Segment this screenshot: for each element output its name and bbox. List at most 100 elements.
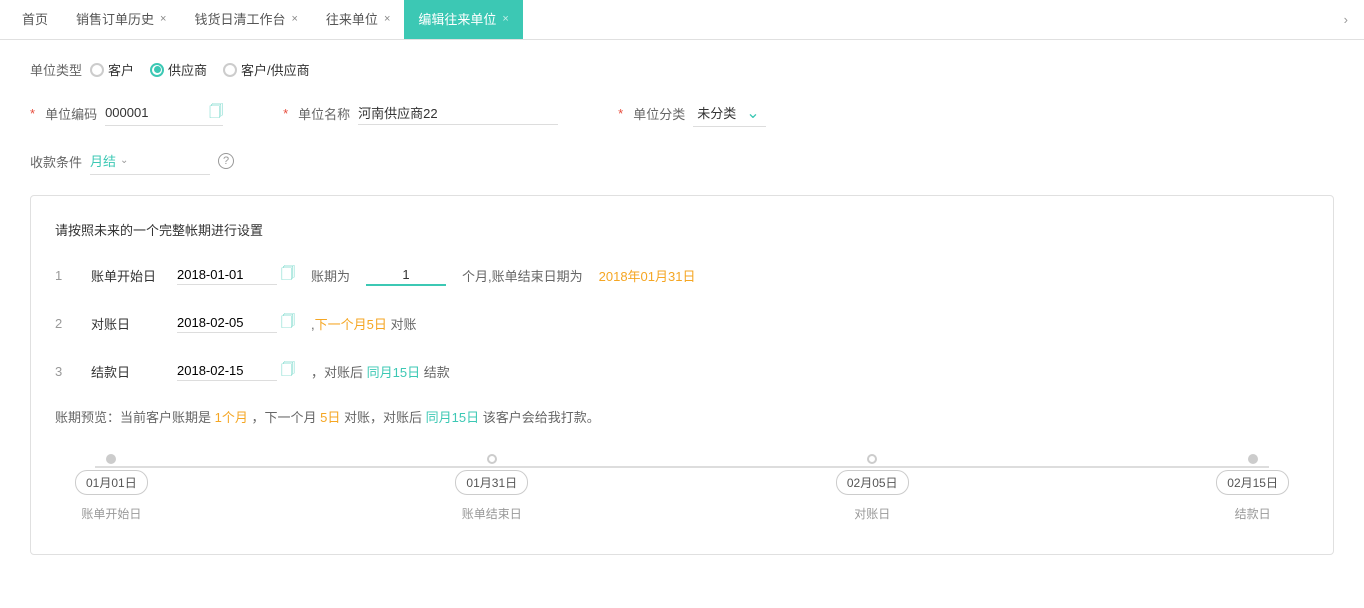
unit-type-field: 单位类型 客户 供应商 客户/供应商 [30, 60, 310, 79]
setting-box: 请按照未来的一个完整帐期进行设置 1 账单开始日 🗍 账期为 个月,账单结束日期… [30, 195, 1334, 555]
tab-sales-order-close[interactable]: × [160, 13, 166, 25]
row-2-label: 对账日 [91, 314, 161, 333]
unit-category-star: * [618, 106, 623, 121]
payment-row: 收款条件 月结 ⌄ ? [30, 147, 1334, 175]
timeline-dot-1 [487, 454, 497, 464]
timeline-node-1: 01月31日 账单结束日 [455, 454, 528, 522]
row-1-date-input[interactable] [177, 265, 277, 285]
tab-more-button[interactable]: › [1336, 0, 1356, 39]
unit-category-label: 单位分类 [633, 104, 685, 123]
unit-info-row: * 单位编码 🗍 * 单位名称 * 单位分类 未分类 ⌄ [30, 99, 1334, 127]
timeline-label-1: 账单结束日 [462, 505, 522, 522]
setting-title: 请按照未来的一个完整帐期进行设置 [55, 220, 1309, 239]
radio-both[interactable]: 客户/供应商 [223, 60, 310, 79]
tab-cash-flow[interactable]: 钱货日清工作台 × [180, 0, 311, 39]
radio-customer-circle [90, 63, 104, 77]
preview-highlight2: 5日 [320, 410, 340, 425]
row-3-desc: ，对账后 同月15日 结款 [311, 362, 450, 381]
timeline-dot-3 [1248, 454, 1258, 464]
preview-label-mid2: 对账，对账后 [344, 410, 422, 425]
row-3-calendar-icon[interactable]: 🗍 [281, 359, 295, 383]
radio-supplier[interactable]: 供应商 [150, 60, 207, 79]
tab-cash-flow-label: 钱货日清工作台 [194, 9, 285, 28]
preview-highlight1: 1个月 [215, 410, 248, 425]
row-1-label: 账单开始日 [91, 266, 161, 285]
tab-counterpart-close[interactable]: × [384, 13, 390, 25]
payment-field: 收款条件 月结 ⌄ ? [30, 147, 234, 175]
timeline-node-2: 02月05日 对账日 [836, 454, 909, 522]
tab-home[interactable]: 首页 [8, 0, 62, 39]
row-2-date-input[interactable] [177, 313, 277, 333]
radio-both-circle [223, 63, 237, 77]
row-2-highlight: 下一个月5日 [315, 317, 387, 332]
unit-code-input-wrap: 🗍 [105, 101, 223, 126]
row-1-period-post: 个月,账单结束日期为 [462, 266, 583, 285]
preview-label-mid1: ，下一个月 [252, 410, 317, 425]
row-1-period-input[interactable] [366, 265, 446, 286]
preview-highlight3: 同月15日 [426, 410, 479, 425]
row-2-number: 2 [55, 316, 75, 331]
row-2-date-wrap: 🗍 [177, 311, 295, 335]
tab-home-label: 首页 [22, 9, 48, 28]
row-3-number: 3 [55, 364, 75, 379]
unit-name-star: * [283, 106, 288, 121]
timeline-badge-0: 01月01日 [75, 470, 148, 495]
tab-counterpart-label: 往来单位 [326, 9, 378, 28]
preview-text: 账期预览：当前客户账期是 1个月 ，下一个月 5日 对账，对账后 同月15日 该… [55, 407, 1309, 426]
radio-customer[interactable]: 客户 [90, 60, 134, 79]
timeline-badge-3: 02月15日 [1216, 470, 1289, 495]
row-2-desc: ,下一个月5日 对账 [311, 314, 416, 333]
payment-value: 月结 [90, 151, 116, 170]
radio-supplier-circle [150, 63, 164, 77]
row-3-date-wrap: 🗍 [177, 359, 295, 383]
timeline-nodes: 01月01日 账单开始日 01月31日 账单结束日 02月05日 对账日 02月… [75, 454, 1289, 522]
unit-category-select[interactable]: 未分类 ⌄ [693, 99, 759, 127]
payment-arrow: ⌄ [120, 155, 128, 166]
setting-row-1: 1 账单开始日 🗍 账期为 个月,账单结束日期为 2018年01月31日 [55, 263, 1309, 287]
tab-sales-order-label: 销售订单历史 [76, 9, 154, 28]
unit-name-label: 单位名称 [298, 104, 350, 123]
tab-bar: 首页 销售订单历史 × 钱货日清工作台 × 往来单位 × 编辑往来单位 × › [0, 0, 1364, 40]
timeline-label-0: 账单开始日 [81, 505, 141, 522]
tab-edit-counterpart-label: 编辑往来单位 [418, 9, 496, 28]
unit-code-field: * 单位编码 🗍 [30, 101, 223, 126]
row-3-date-input[interactable] [177, 361, 277, 381]
main-content: 单位类型 客户 供应商 客户/供应商 * 单位编码 [0, 40, 1364, 608]
row-1-period-pre: 账期为 [311, 266, 350, 285]
row-1-date-wrap: 🗍 [177, 263, 295, 287]
unit-name-input[interactable] [358, 101, 558, 125]
unit-code-star: * [30, 106, 35, 121]
payment-label: 收款条件 [30, 152, 82, 171]
unit-code-input[interactable] [105, 101, 205, 124]
unit-code-icon[interactable]: 🗍 [209, 101, 223, 125]
unit-name-field: * 单位名称 [283, 101, 558, 125]
timeline-dot-2 [867, 454, 877, 464]
timeline-node-0: 01月01日 账单开始日 [75, 454, 148, 522]
timeline-dot-0 [106, 454, 116, 464]
tab-edit-counterpart[interactable]: 编辑往来单位 × [404, 0, 522, 39]
payment-select[interactable]: 月结 ⌄ [90, 147, 210, 175]
row-1-calendar-icon[interactable]: 🗍 [281, 263, 295, 287]
timeline-label-3: 结款日 [1235, 505, 1271, 522]
unit-category-arrow: ⌄ [746, 103, 759, 123]
payment-help-icon[interactable]: ? [218, 153, 234, 169]
timeline-badge-1: 01月31日 [455, 470, 528, 495]
tab-edit-counterpart-close[interactable]: × [502, 13, 508, 25]
timeline-badge-2: 02月05日 [836, 470, 909, 495]
row-3-highlight: 同月15日 [367, 365, 420, 380]
unit-code-label: 单位编码 [45, 104, 97, 123]
tab-counterpart[interactable]: 往来单位 × [312, 0, 404, 39]
row-3-label: 结款日 [91, 362, 161, 381]
setting-row-3: 3 结款日 🗍 ，对账后 同月15日 结款 [55, 359, 1309, 383]
row-1-period-end: 2018年01月31日 [599, 266, 696, 285]
tab-sales-order[interactable]: 销售订单历史 × [62, 0, 180, 39]
tab-cash-flow-close[interactable]: × [291, 13, 297, 25]
radio-customer-label: 客户 [108, 60, 134, 79]
row-2-calendar-icon[interactable]: 🗍 [281, 311, 295, 335]
timeline-node-3: 02月15日 结款日 [1216, 454, 1289, 522]
setting-row-2: 2 对账日 🗍 ,下一个月5日 对账 [55, 311, 1309, 335]
radio-supplier-label: 供应商 [168, 60, 207, 79]
radio-both-label: 客户/供应商 [241, 60, 310, 79]
unit-category-field: * 单位分类 未分类 ⌄ [618, 99, 760, 127]
timeline: 01月01日 账单开始日 01月31日 账单结束日 02月05日 对账日 02月… [55, 454, 1309, 522]
